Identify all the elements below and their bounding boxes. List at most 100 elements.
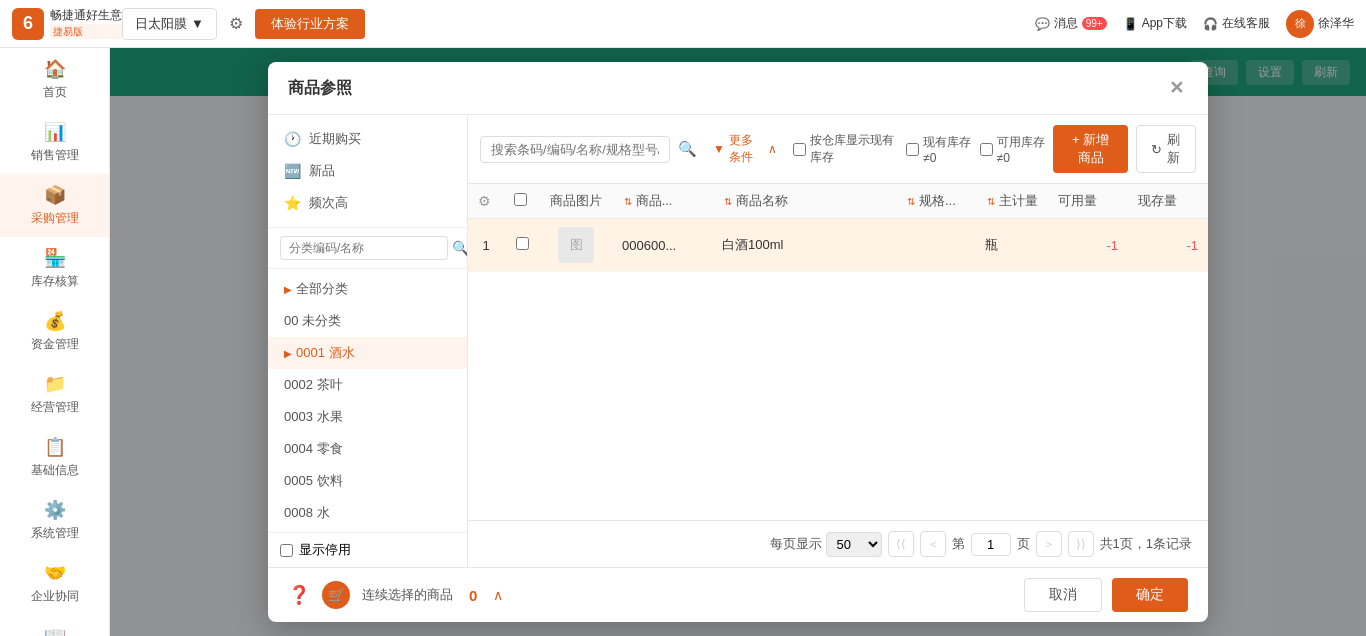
col-settings: ⚙ [468, 184, 504, 219]
first-page-button[interactable]: ⟨⟨ [888, 531, 914, 557]
filter-icon: ▼ [713, 142, 725, 156]
col-spec[interactable]: ⇅ 规格... [895, 184, 975, 219]
category-item-uncategorized[interactable]: 00 未分类 [268, 305, 467, 337]
sidebar-item-enterprise[interactable]: 🤝 企业协同 [0, 552, 109, 615]
row-checkbox[interactable] [516, 237, 529, 250]
purchase-icon: 📦 [44, 184, 66, 206]
sidebar-item-guide[interactable]: 📖 新手引导 [0, 615, 109, 636]
new-icon: 🆕 [284, 163, 301, 179]
category-item-fruit[interactable]: 0003 水果 [268, 401, 467, 433]
sidebar-item-inventory[interactable]: 🏪 库存核算 [0, 237, 109, 300]
enterprise-icon: 🤝 [44, 562, 66, 584]
nav-center: 日太阳膜 ▼ ⚙ 体验行业方案 [122, 8, 1035, 40]
cart-icon[interactable]: 🛒 [322, 581, 350, 609]
stock-nonzero-filter[interactable]: 现有库存≠0 [906, 134, 972, 165]
quick-item-new[interactable]: 🆕 新品 [268, 155, 467, 187]
page-number-input[interactable] [971, 533, 1011, 556]
category-item-beverage[interactable]: 0005 饮料 [268, 465, 467, 497]
trial-button[interactable]: 体验行业方案 [255, 9, 365, 39]
nav-dropdown[interactable]: 日太阳膜 ▼ [122, 8, 217, 40]
add-product-button[interactable]: + 新增商品 [1053, 125, 1127, 173]
filter-button[interactable]: ▼ 更多条件 ∧ [705, 128, 785, 170]
nav-app-download[interactable]: 📱 App下载 [1123, 15, 1187, 32]
sort-icon: ⇅ [987, 196, 995, 207]
modal-bottom-bar: ❓ 🛒 连续选择的商品 0 ∧ 取消 确定 [268, 567, 1208, 622]
product-search-icon[interactable]: 🔍 [678, 140, 697, 158]
last-page-button[interactable]: ⟩⟩ [1068, 531, 1094, 557]
quick-item-recent[interactable]: 🕐 近期购买 [268, 123, 467, 155]
sidebar-item-sales[interactable]: 📊 销售管理 [0, 111, 109, 174]
refresh-button[interactable]: ↻ 刷新 [1136, 125, 1196, 173]
col-unit[interactable]: ⇅ 主计量 [975, 184, 1048, 219]
row-unit: 瓶 [975, 219, 1048, 272]
category-search-icon[interactable]: 🔍 [452, 240, 468, 256]
operation-icon: 📁 [44, 373, 66, 395]
col-select-all [504, 184, 540, 219]
category-item-tea[interactable]: 0002 茶叶 [268, 369, 467, 401]
nav-messages[interactable]: 💬 消息 99+ [1035, 15, 1107, 32]
modal-dialog: 商品参照 ✕ 🕐 近期购买 🆕 新品 [268, 62, 1208, 622]
product-search-input[interactable] [480, 136, 670, 163]
collapse-arrow-icon[interactable]: ∧ [493, 587, 503, 603]
col-product-code[interactable]: ⇅ 商品... [612, 184, 712, 219]
sort-icon: ⇅ [907, 196, 915, 207]
col-available[interactable]: 可用量 [1048, 184, 1128, 219]
pagination: 每页显示 10 20 50 100 ⟨⟨ ＜ 第 [468, 520, 1208, 567]
prev-page-button[interactable]: ＜ [920, 531, 946, 557]
guide-icon: 📖 [44, 625, 66, 636]
user-avatar: 徐 [1286, 10, 1314, 38]
sidebar-item-finance[interactable]: 💰 资金管理 [0, 300, 109, 363]
sidebar-item-basic[interactable]: 📋 基础信息 [0, 426, 109, 489]
product-table: ⚙ 商品图片 [468, 184, 1208, 272]
logo-icon: 6 [12, 8, 44, 40]
warehouse-stock-filter[interactable]: 按仓库显示现有库存 [793, 132, 898, 166]
sidebar-item-purchase[interactable]: 📦 采购管理 [0, 174, 109, 237]
sidebar-item-operation[interactable]: 📁 经营管理 [0, 363, 109, 426]
row-product-name: 白酒100ml [712, 219, 895, 272]
refresh-icon: ↻ [1151, 142, 1162, 157]
table-row[interactable]: 1 图 [468, 219, 1208, 272]
col-stock[interactable]: 现存量 [1128, 184, 1208, 219]
clock-icon: 🕐 [284, 131, 301, 147]
confirm-button[interactable]: 确定 [1112, 578, 1188, 612]
show-disabled-checkbox[interactable] [280, 544, 293, 557]
modal-title: 商品参照 [288, 78, 352, 99]
category-search-row: 🔍 [268, 228, 467, 269]
category-item-water[interactable]: 0008 水 [268, 497, 467, 529]
category-item-snack[interactable]: 0004 零食 [268, 433, 467, 465]
category-search-input[interactable] [280, 236, 448, 260]
quick-item-frequent[interactable]: ⭐ 频次高 [268, 187, 467, 219]
basic-icon: 📋 [44, 436, 66, 458]
nav-user[interactable]: 徐 徐泽华 [1286, 10, 1354, 38]
column-settings-icon[interactable]: ⚙ [478, 193, 491, 209]
show-disabled-label: 显示停用 [299, 541, 351, 559]
sales-icon: 📊 [44, 121, 66, 143]
settings-icon[interactable]: ⚙ [225, 10, 247, 37]
next-page-button[interactable]: ＞ [1036, 531, 1062, 557]
main-content: 查询 设置 刷新 商品参照 ✕ 🕐 近期购买 [110, 48, 1366, 636]
col-product-name[interactable]: ⇅ 商品名称 [712, 184, 895, 219]
modal-overlay: 商品参照 ✕ 🕐 近期购买 🆕 新品 [110, 48, 1366, 636]
page-label: 第 [952, 535, 965, 553]
sidebar-item-home[interactable]: 🏠 首页 [0, 48, 109, 111]
selected-label: 连续选择的商品 [362, 586, 453, 604]
select-all-checkbox[interactable] [514, 193, 527, 206]
category-item-all[interactable]: ▶ 全部分类 [268, 273, 467, 305]
modal-action-buttons: 取消 确定 [1024, 578, 1188, 612]
selected-count: 0 [469, 587, 477, 604]
help-icon[interactable]: ❓ [288, 584, 310, 606]
modal-close-button[interactable]: ✕ [1164, 76, 1188, 100]
cancel-button[interactable]: 取消 [1024, 578, 1102, 612]
row-stock: -1 [1128, 219, 1208, 272]
row-spec [895, 219, 975, 272]
row-seq: 1 [468, 219, 504, 272]
per-page-select[interactable]: 10 20 50 100 [826, 532, 882, 557]
available-nonzero-filter[interactable]: 可用库存≠0 [980, 134, 1046, 165]
modal-body: 🕐 近期购买 🆕 新品 ⭐ 频次高 [268, 115, 1208, 567]
top-nav: 6 畅捷通好生意 捷易版 日太阳膜 ▼ ⚙ 体验行业方案 💬 消息 99+ 📱 … [0, 0, 1366, 48]
per-page-select-wrap: 每页显示 10 20 50 100 [770, 532, 882, 557]
sidebar-item-system[interactable]: ⚙️ 系统管理 [0, 489, 109, 552]
category-item-alcohol[interactable]: ▶ 0001 酒水 [268, 337, 467, 369]
col-product-image[interactable]: 商品图片 [540, 184, 612, 219]
nav-service[interactable]: 🎧 在线客服 [1203, 15, 1270, 32]
